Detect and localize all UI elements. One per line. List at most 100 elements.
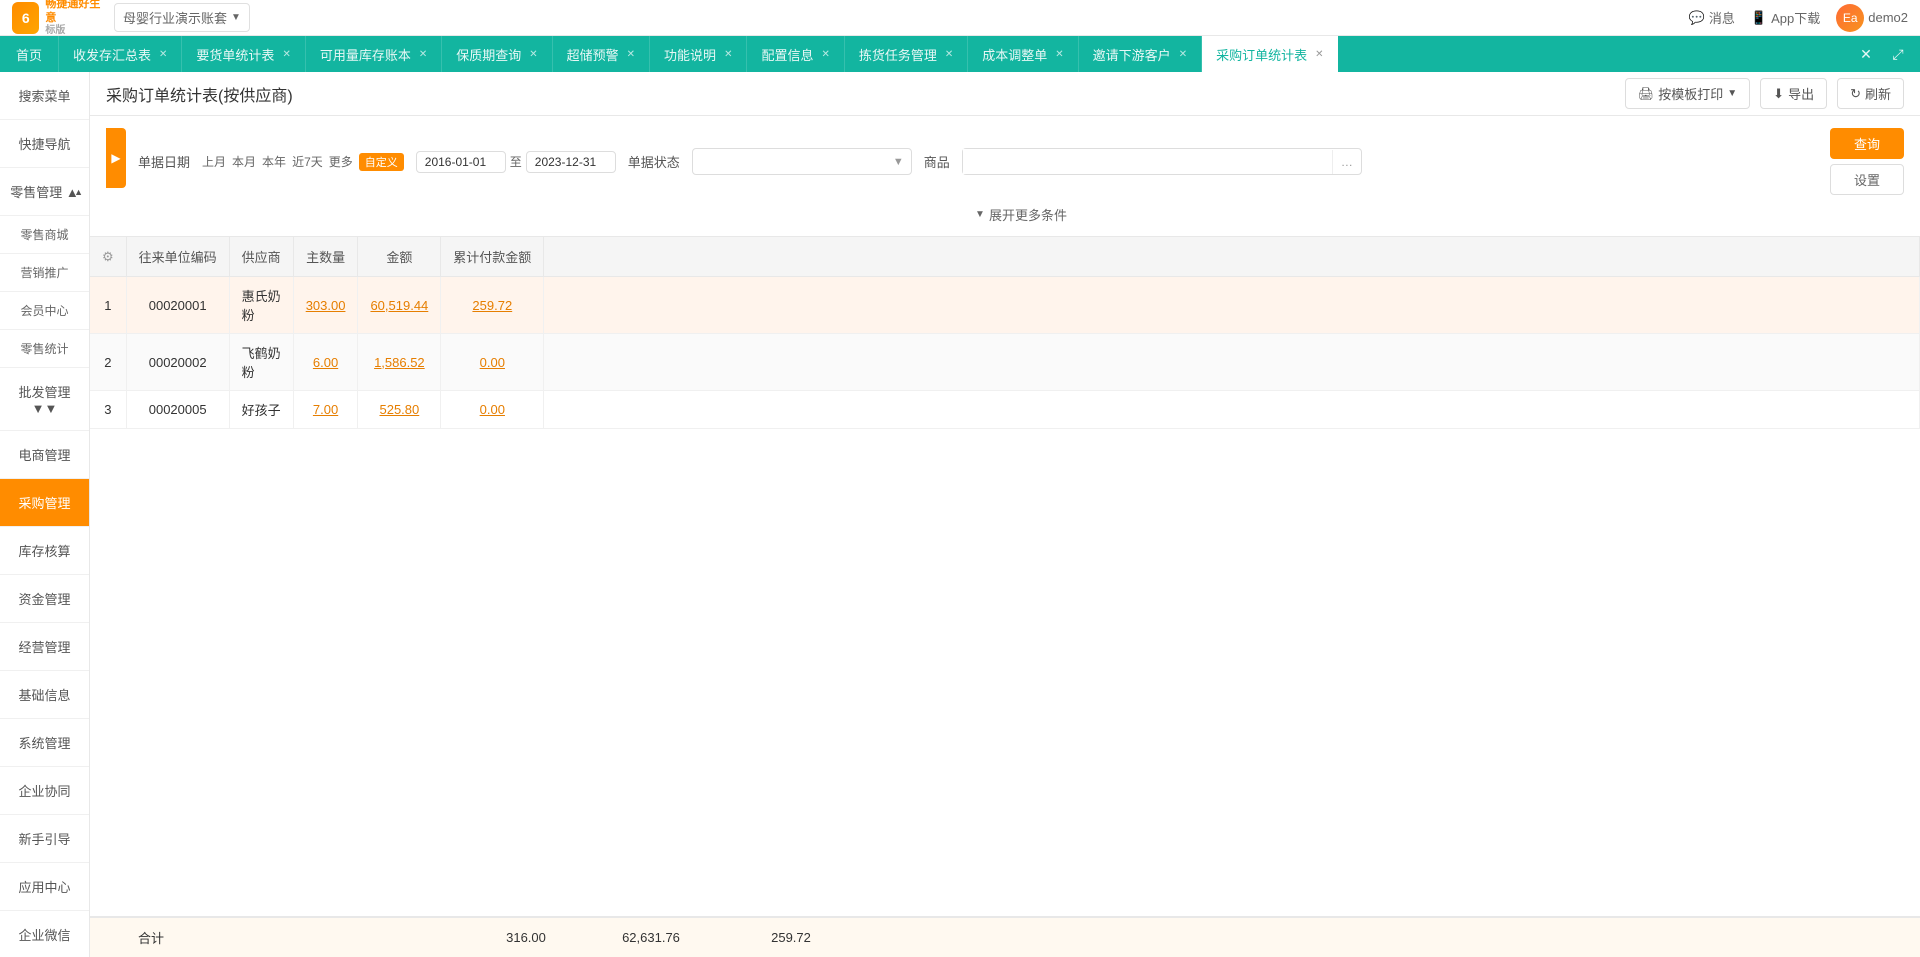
- close-window-btn[interactable]: ✕: [1852, 40, 1880, 68]
- close-icon[interactable]: ✕: [282, 49, 290, 60]
- message-btn[interactable]: 💬 消息: [1689, 8, 1735, 27]
- user-profile-btn[interactable]: Ea demo2: [1836, 4, 1908, 32]
- shortcut-this-year[interactable]: 本年: [262, 153, 286, 170]
- shortcut-last-month[interactable]: 上月: [202, 153, 226, 170]
- close-icon[interactable]: ✕: [159, 49, 167, 60]
- sidebar-item-retail-shop[interactable]: 零售商城: [0, 216, 89, 254]
- expand-row: ▼ 展开更多条件: [138, 205, 1904, 224]
- table-row: 3 00020005 好孩子 7.00 525.80 0.00: [90, 391, 1920, 429]
- shortcut-7days[interactable]: 近7天: [292, 153, 323, 170]
- sidebar-item-quicknav[interactable]: 快捷导航: [0, 120, 89, 168]
- sidebar-item-purchase[interactable]: 采购管理: [0, 479, 89, 527]
- cell-code: 00020005: [126, 391, 229, 429]
- sidebar-item-system[interactable]: 系统管理: [0, 719, 89, 767]
- cell-paid[interactable]: 0.00: [441, 334, 544, 391]
- custom-badge[interactable]: 自定义: [359, 153, 404, 171]
- tab-home[interactable]: 首页: [0, 36, 59, 72]
- tab-func-desc[interactable]: 功能说明 ✕: [650, 36, 747, 72]
- th-settings: ⚙: [90, 237, 126, 277]
- sidebar-item-marketing[interactable]: 营销推广: [0, 254, 89, 292]
- status-select[interactable]: [692, 148, 912, 175]
- app-download-btn[interactable]: 📱 App下载: [1751, 8, 1820, 27]
- settings-btn[interactable]: 设置: [1830, 164, 1904, 195]
- tab-pick-task[interactable]: 拣货任务管理 ✕: [845, 36, 968, 72]
- sidebar-item-member[interactable]: 会员中心: [0, 292, 89, 330]
- logo-text: 畅捷通好生意 标版: [45, 0, 102, 37]
- status-select-wrapper: ▼: [692, 148, 912, 175]
- refresh-icon: ↻: [1850, 86, 1861, 102]
- cell-code: 00020002: [126, 334, 229, 391]
- shortcut-this-month[interactable]: 本月: [232, 153, 256, 170]
- sidebar-item-collab[interactable]: 企业协同: [0, 767, 89, 815]
- print-btn[interactable]: 🖨 按模板打印 ▼: [1625, 78, 1750, 109]
- logo-icon: 6: [12, 2, 39, 34]
- sidebar-item-search[interactable]: 搜索菜单: [0, 72, 89, 120]
- sidebar-item-weixin[interactable]: 企业微信: [0, 911, 89, 957]
- filter-section: ▶ 单据日期 上月 本月 本年 近7天 更多 自定义: [90, 116, 1920, 237]
- cell-index: 1: [90, 277, 126, 334]
- close-icon[interactable]: ✕: [1055, 49, 1063, 60]
- cell-amount[interactable]: 1,586.52: [358, 334, 441, 391]
- cell-paid[interactable]: 259.72: [441, 277, 544, 334]
- date-to-input[interactable]: [526, 151, 616, 173]
- tab-purchase-stats[interactable]: 采购订单统计表 ✕: [1202, 36, 1338, 72]
- close-icon[interactable]: ✕: [1179, 49, 1187, 60]
- sidebar-item-inventory[interactable]: 库存核算: [0, 527, 89, 575]
- sidebar-item-ecommerce[interactable]: 电商管理: [0, 431, 89, 479]
- close-icon[interactable]: ✕: [821, 49, 829, 60]
- query-btn[interactable]: 查询: [1830, 128, 1904, 159]
- sidebar-item-wholesale[interactable]: 批发管理 ▼: [0, 368, 89, 431]
- goods-search-input[interactable]: [963, 149, 1332, 174]
- table-row: 2 00020002 飞鹤奶粉 6.00 1,586.52 0.00: [90, 334, 1920, 391]
- print-icon: 🖨: [1638, 86, 1655, 102]
- close-icon[interactable]: ✕: [529, 49, 537, 60]
- print-arrow-icon: ▼: [1727, 88, 1737, 99]
- tab-available-inv[interactable]: 可用量库存账本 ✕: [306, 36, 442, 72]
- tab-cost-adjust[interactable]: 成本调整单 ✕: [968, 36, 1078, 72]
- cell-paid[interactable]: 0.00: [441, 391, 544, 429]
- cell-quantity[interactable]: 6.00: [293, 334, 358, 391]
- sidebar-item-guide[interactable]: 新手引导: [0, 815, 89, 863]
- tab-order-stats[interactable]: 要货单统计表 ✕: [182, 36, 305, 72]
- top-right-actions: 💬 消息 📱 App下载 Ea demo2: [1689, 4, 1908, 32]
- filter-collapse-btn[interactable]: ▶: [106, 128, 126, 188]
- tab-overstock[interactable]: 超储预警 ✕: [553, 36, 650, 72]
- sidebar-item-retail-stats[interactable]: 零售统计: [0, 330, 89, 368]
- refresh-btn[interactable]: ↻ 刷新: [1837, 78, 1904, 109]
- tab-recv-send[interactable]: 收发存汇总表 ✕: [59, 36, 182, 72]
- cell-amount[interactable]: 60,519.44: [358, 277, 441, 334]
- cell-index: 3: [90, 391, 126, 429]
- goods-more-btn[interactable]: …: [1332, 150, 1361, 174]
- close-icon[interactable]: ✕: [627, 49, 635, 60]
- th-supplier: 供应商: [229, 237, 293, 277]
- status-label: 单据状态: [628, 152, 680, 171]
- workspace-arrow-icon: ▼: [231, 12, 241, 23]
- tab-config[interactable]: 配置信息 ✕: [747, 36, 844, 72]
- close-icon[interactable]: ✕: [945, 49, 953, 60]
- sidebar-item-operations[interactable]: 经营管理: [0, 623, 89, 671]
- th-paid: 累计付款金额: [441, 237, 544, 277]
- expand-window-btn[interactable]: ⤢: [1884, 40, 1912, 68]
- sidebar-item-retail[interactable]: 零售管理 ▲: [0, 168, 89, 216]
- sidebar-item-finance[interactable]: 资金管理: [0, 575, 89, 623]
- date-from-input[interactable]: [416, 151, 506, 173]
- column-settings-icon[interactable]: ⚙: [102, 249, 114, 264]
- cell-quantity[interactable]: 7.00: [293, 391, 358, 429]
- export-btn[interactable]: ⬇ 导出: [1760, 78, 1827, 109]
- sidebar-item-app-center[interactable]: 应用中心: [0, 863, 89, 911]
- page-content: 采购订单统计表(按供应商) 🖨 按模板打印 ▼ ⬇ 导出 ↻ 刷新: [90, 72, 1920, 957]
- close-icon[interactable]: ✕: [724, 49, 732, 60]
- cell-amount[interactable]: 525.80: [358, 391, 441, 429]
- tab-expiry[interactable]: 保质期查询 ✕: [442, 36, 552, 72]
- expand-conditions-btn[interactable]: ▼ 展开更多条件: [975, 205, 1067, 224]
- sidebar-item-basic-info[interactable]: 基础信息: [0, 671, 89, 719]
- cell-quantity[interactable]: 303.00: [293, 277, 358, 334]
- close-icon[interactable]: ✕: [419, 49, 427, 60]
- export-icon: ⬇: [1773, 86, 1784, 102]
- workspace-selector[interactable]: 母婴行业演示账套 ▼: [114, 3, 250, 32]
- date-label: 单据日期: [138, 152, 190, 171]
- cell-supplier: 好孩子: [229, 391, 293, 429]
- close-icon[interactable]: ✕: [1315, 49, 1323, 60]
- tab-invite-customer[interactable]: 邀请下游客户 ✕: [1079, 36, 1202, 72]
- shortcut-more[interactable]: 更多: [329, 153, 353, 170]
